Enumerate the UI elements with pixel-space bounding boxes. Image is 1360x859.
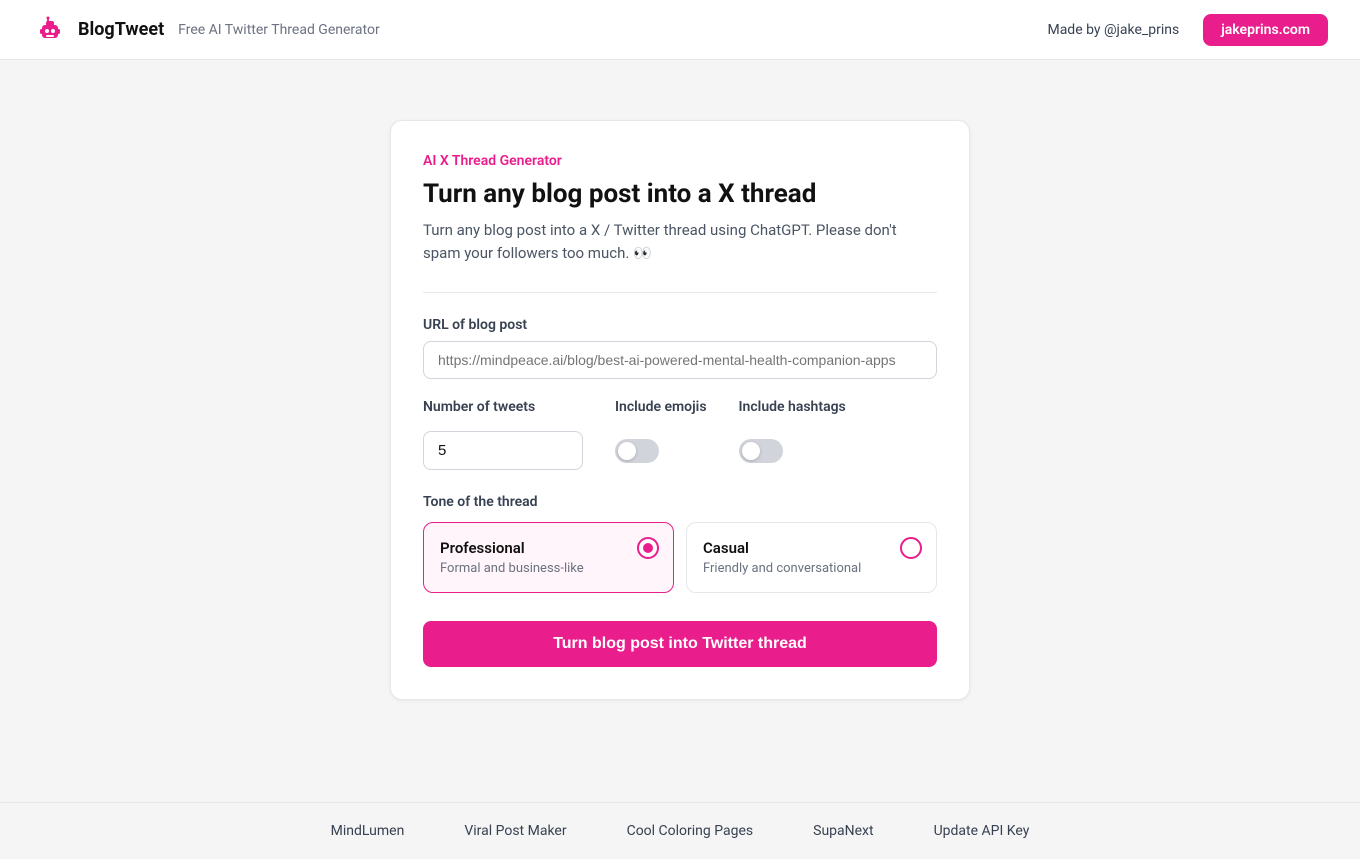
tone-casual-check [900,537,922,559]
url-input[interactable] [423,341,937,379]
footer-link-mindlumen[interactable]: MindLumen [331,823,405,839]
num-tweets-group: Number of tweets [423,399,583,470]
emojis-toggle-wrapper [615,431,707,463]
tone-professional-title: Professional [440,539,657,557]
emojis-toggle-track[interactable] [615,439,659,463]
emojis-label: Include emojis [615,399,707,415]
tone-casual-desc: Friendly and conversational [703,561,920,576]
hashtags-toggle-wrapper [739,431,846,463]
card-description: Turn any blog post into a X / Twitter th… [423,219,937,264]
footer-link-update-api-key[interactable]: Update API Key [934,823,1030,839]
emojis-toggle[interactable] [615,439,659,463]
card-badge: AI X Thread Generator [423,153,937,169]
tone-options: Professional Formal and business-like Ca… [423,522,937,593]
header-cta-button[interactable]: jakeprins.com [1203,14,1328,46]
brand-name: BlogTweet [78,19,164,40]
emojis-toggle-thumb [618,442,636,460]
submit-button[interactable]: Turn blog post into Twitter thread [423,621,937,667]
tone-label: Tone of the thread [423,494,937,510]
tone-professional-check [637,537,659,559]
tone-casual[interactable]: Casual Friendly and conversational [686,522,937,593]
hashtags-toggle[interactable] [739,439,783,463]
hashtags-label: Include hashtags [739,399,846,415]
header-right: Made by @jake_prins jakeprins.com [1047,14,1328,46]
header-left: BlogTweet Free AI Twitter Thread Generat… [32,12,380,48]
hashtags-toggle-track[interactable] [739,439,783,463]
header: BlogTweet Free AI Twitter Thread Generat… [0,0,1360,60]
footer: MindLumen Viral Post Maker Cool Coloring… [0,802,1360,859]
footer-link-cool-coloring-pages[interactable]: Cool Coloring Pages [627,823,754,839]
options-row: Number of tweets Include emojis [423,399,937,470]
num-tweets-input[interactable] [423,431,583,470]
main-content: AI X Thread Generator Turn any blog post… [0,60,1360,802]
num-tweets-label: Number of tweets [423,399,583,415]
hashtags-toggle-thumb [742,442,760,460]
form-section: URL of blog post Number of tweets Includ… [423,292,937,667]
emojis-group: Include emojis [615,399,707,463]
url-label: URL of blog post [423,317,937,333]
hashtags-group: Include hashtags [739,399,846,463]
brand-logo-icon [32,12,68,48]
tone-casual-title: Casual [703,539,920,557]
made-by-text: Made by @jake_prins [1047,22,1179,38]
footer-link-supanext[interactable]: SupaNext [813,823,873,839]
card-title: Turn any blog post into a X thread [423,179,937,209]
generator-card: AI X Thread Generator Turn any blog post… [390,120,970,700]
footer-link-viral-post-maker[interactable]: Viral Post Maker [464,823,566,839]
tone-professional[interactable]: Professional Formal and business-like [423,522,674,593]
tone-professional-desc: Formal and business-like [440,561,657,576]
brand-tagline: Free AI Twitter Thread Generator [178,22,380,38]
